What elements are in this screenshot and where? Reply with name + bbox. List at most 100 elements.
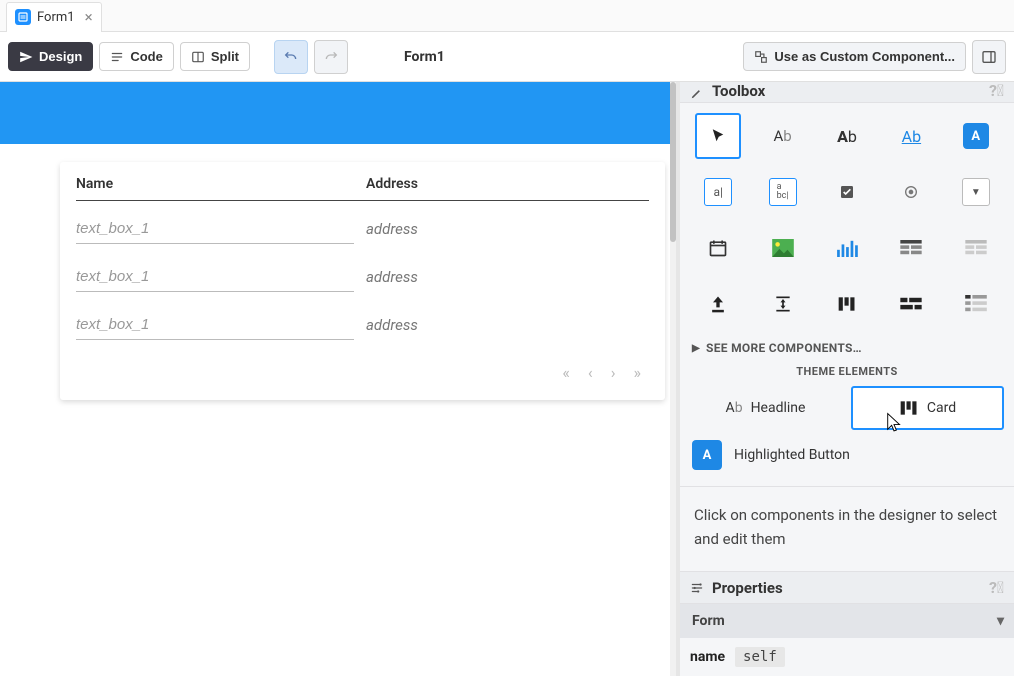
hint-text: Click on components in the designer to s… xyxy=(680,487,1014,571)
calendar-icon xyxy=(708,238,728,258)
see-more-components[interactable]: ▶ SEE MORE COMPONENTS… xyxy=(690,335,1004,361)
tab-strip: Form1 × xyxy=(0,0,1014,32)
name-field[interactable] xyxy=(76,310,354,340)
custom-component-label: Use as Custom Component... xyxy=(774,49,955,64)
panel-toggle-button[interactable] xyxy=(972,40,1006,74)
tool-column-panel[interactable] xyxy=(824,281,870,327)
address-cell[interactable]: address xyxy=(354,220,649,238)
grid-alt-icon xyxy=(965,240,987,256)
tool-datepicker[interactable] xyxy=(695,225,741,271)
headline-icon: Ab xyxy=(726,400,743,416)
tab-form1[interactable]: Form1 × xyxy=(6,2,102,32)
name-field[interactable] xyxy=(76,214,354,244)
tool-textbox[interactable]: a| xyxy=(695,169,741,215)
tool-data-grid-alt[interactable] xyxy=(953,225,999,271)
toolbox-body: Ab Ab Ab A a| abc| ▼ xyxy=(680,103,1014,487)
theme-headline[interactable]: Ab Headline xyxy=(690,386,841,430)
toolbox-grid: Ab Ab Ab A a| abc| ▼ xyxy=(690,113,1004,327)
checkbox-icon xyxy=(839,184,855,200)
undo-icon xyxy=(283,49,299,65)
chevron-down-icon: ▾ xyxy=(997,613,1004,629)
textarea-icon: abc| xyxy=(769,178,797,206)
table-row[interactable]: address xyxy=(76,253,649,301)
col-header-address[interactable]: Address xyxy=(366,176,649,192)
repeating-panel-icon xyxy=(965,295,987,313)
scrollbar-thumb[interactable] xyxy=(670,82,676,242)
close-icon[interactable]: × xyxy=(81,10,93,25)
property-key: name xyxy=(690,649,725,665)
pager-prev-icon[interactable]: ‹ xyxy=(588,363,593,382)
table-row[interactable]: address xyxy=(76,301,649,349)
bold-label-icon: Ab xyxy=(837,127,857,146)
grid-icon xyxy=(900,240,922,256)
tool-link[interactable]: Ab xyxy=(888,113,934,159)
list-icon xyxy=(110,50,124,64)
undo-button[interactable] xyxy=(274,40,308,74)
pager-next-icon[interactable]: › xyxy=(611,363,616,382)
design-button[interactable]: Design xyxy=(8,42,93,71)
pager-first-icon[interactable]: « xyxy=(562,363,570,382)
name-field[interactable] xyxy=(76,262,354,292)
label-icon: Ab xyxy=(773,127,791,145)
theme-card[interactable]: Card xyxy=(851,386,1004,430)
redo-icon xyxy=(323,49,339,65)
theme-highlighted-button[interactable]: A Highlighted Button xyxy=(690,436,1004,482)
pager-last-icon[interactable]: » xyxy=(634,363,642,382)
dropdown-icon: ▼ xyxy=(962,178,990,206)
component-icon xyxy=(754,50,768,64)
app-header-region[interactable] xyxy=(0,82,670,144)
radio-icon xyxy=(903,184,919,200)
code-label: Code xyxy=(130,49,163,64)
side-panels: Toolbox ?⃝ Ab Ab Ab A a| abc| xyxy=(680,82,1014,676)
code-button[interactable]: Code xyxy=(99,42,174,71)
split-label: Split xyxy=(211,49,239,64)
pager: « ‹ › » xyxy=(76,349,649,392)
tab-title: Form1 xyxy=(37,10,75,25)
tool-label[interactable]: Ab xyxy=(760,113,806,159)
col-header-name[interactable]: Name xyxy=(76,176,366,192)
scrollbar[interactable] xyxy=(670,82,676,676)
toolbox-header[interactable]: Toolbox ?⃝ xyxy=(680,82,1014,103)
property-object-label: Form xyxy=(692,613,725,629)
tool-checkbox[interactable] xyxy=(824,169,870,215)
tool-upload[interactable] xyxy=(695,281,741,327)
tool-bold-label[interactable]: Ab xyxy=(824,113,870,159)
property-value[interactable]: self xyxy=(735,647,785,667)
tool-flow-panel[interactable] xyxy=(888,281,934,327)
help-icon[interactable]: ?⃝ xyxy=(989,578,1004,597)
address-cell[interactable]: address xyxy=(354,316,649,334)
chevron-right-icon: ▶ xyxy=(692,343,700,354)
property-object-select[interactable]: Form ▾ xyxy=(680,604,1014,638)
theme-elements-label: THEME ELEMENTS xyxy=(690,365,1004,378)
design-label: Design xyxy=(39,49,82,64)
properties-title: Properties xyxy=(712,579,783,597)
properties-header[interactable]: Properties ?⃝ xyxy=(680,571,1014,604)
flow-panel-icon xyxy=(900,296,922,312)
tool-image[interactable] xyxy=(760,225,806,271)
tool-radio[interactable] xyxy=(888,169,934,215)
sidebar-icon xyxy=(981,49,997,65)
tool-repeating-panel[interactable] xyxy=(953,281,999,327)
tool-data-grid[interactable] xyxy=(888,225,934,271)
card-icon xyxy=(899,399,919,417)
tool-spacer[interactable] xyxy=(760,281,806,327)
toolbox-title: Toolbox xyxy=(712,82,765,100)
tool-textarea[interactable]: abc| xyxy=(760,169,806,215)
tool-pointer[interactable] xyxy=(695,113,741,159)
help-icon[interactable]: ?⃝ xyxy=(989,82,1004,100)
design-canvas[interactable]: Name Address address address address « xyxy=(0,82,680,676)
link-icon: Ab xyxy=(902,127,921,146)
tool-chart[interactable] xyxy=(824,225,870,271)
table-row[interactable]: address xyxy=(76,205,649,253)
see-more-label: SEE MORE COMPONENTS… xyxy=(706,341,862,355)
sliders-icon xyxy=(690,581,704,595)
tool-button[interactable]: A xyxy=(953,113,999,159)
theme-highlighted-button-label: Highlighted Button xyxy=(734,447,850,463)
button-icon: A xyxy=(963,123,989,149)
custom-component-button[interactable]: Use as Custom Component... xyxy=(743,42,966,71)
tool-dropdown[interactable]: ▼ xyxy=(953,169,999,215)
address-cell[interactable]: address xyxy=(354,268,649,286)
data-grid-card[interactable]: Name Address address address address « xyxy=(60,162,665,400)
split-button[interactable]: Split xyxy=(180,42,250,71)
redo-button[interactable] xyxy=(314,40,348,74)
